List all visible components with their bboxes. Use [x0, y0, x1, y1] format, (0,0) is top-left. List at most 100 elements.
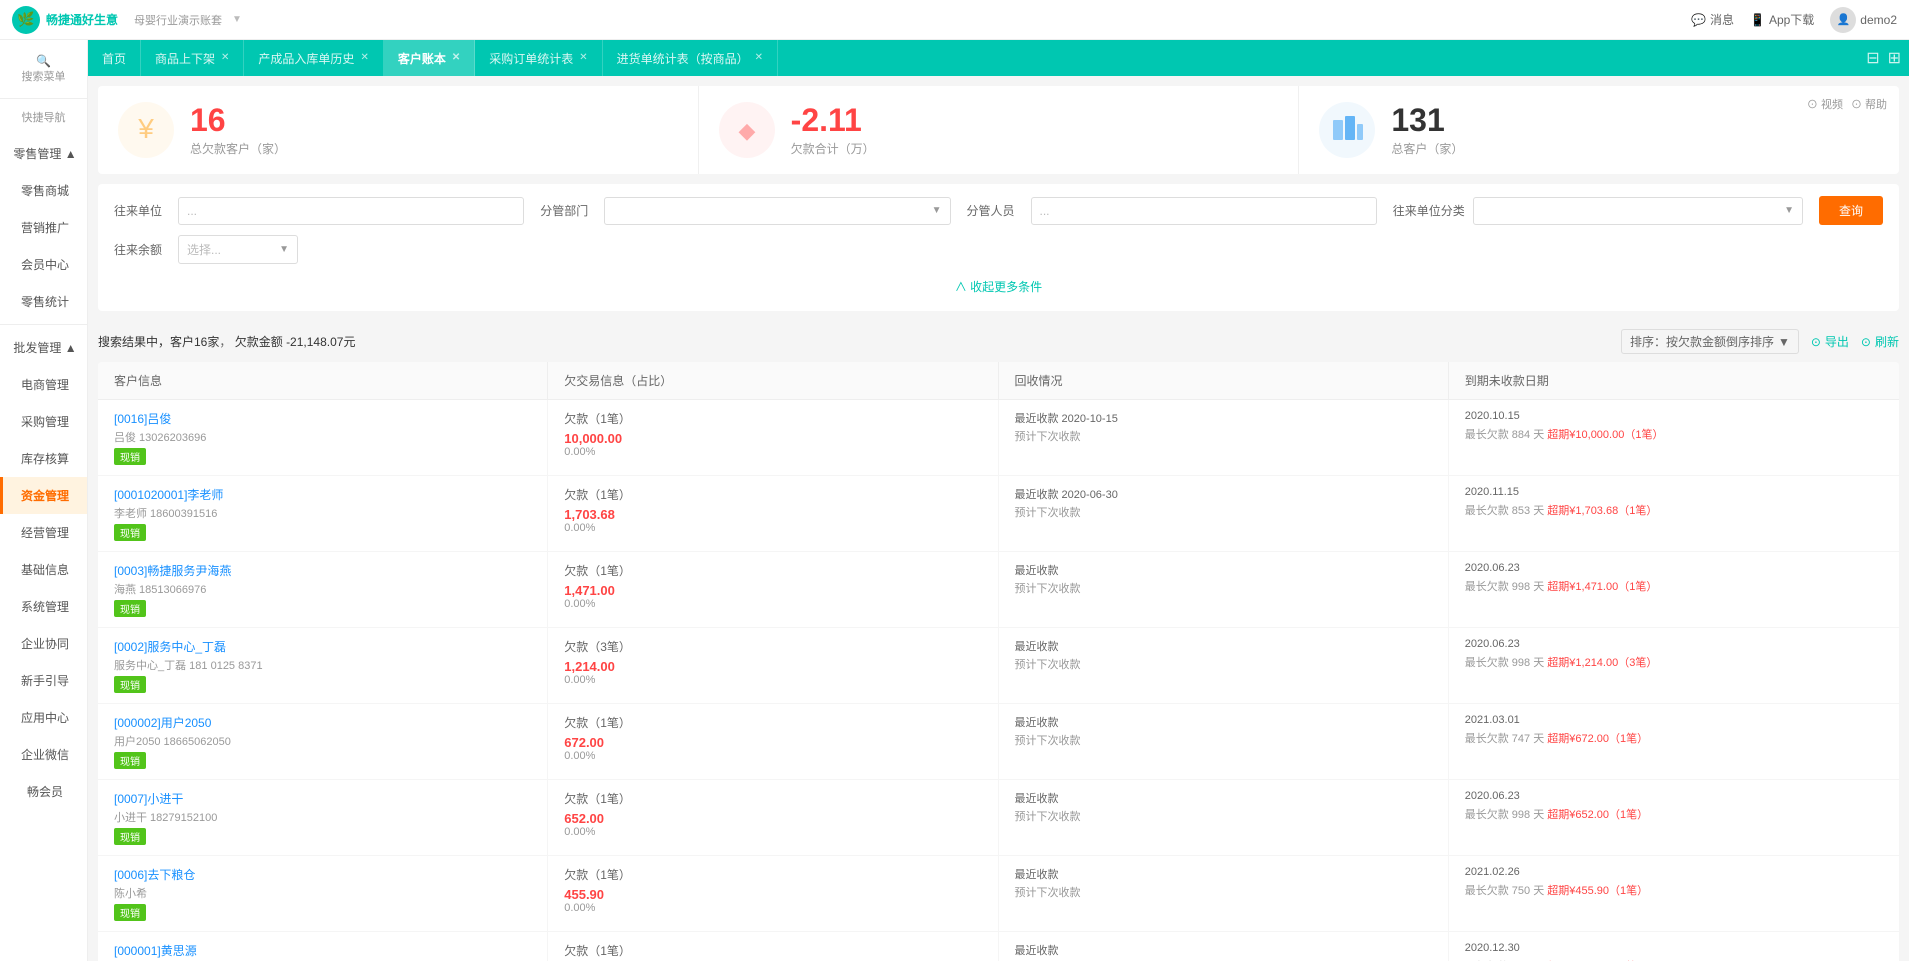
sidebar-item-enterprise-wx[interactable]: 企业微信 — [0, 736, 87, 773]
filter-remainder: 往来余额 选择... ▼ — [114, 235, 298, 264]
message-btn[interactable]: 💬 消息 — [1691, 11, 1734, 28]
data-table: 客户信息 欠交易信息（占比） 回收情况 到期未收款日期 [0016]吕俊 吕俊 … — [98, 362, 1899, 961]
sidebar-item-system[interactable]: 系统管理 — [0, 588, 87, 625]
sidebar-item-purchase[interactable]: 采购管理 — [0, 403, 87, 440]
avatar: 👤 — [1830, 7, 1856, 33]
customer-phone-2: 李老师 18600391516 — [114, 505, 531, 521]
app-download-btn[interactable]: 📱 App下载 — [1750, 11, 1814, 28]
customer-name-link-7[interactable]: [0006]去下粮仓 — [114, 866, 531, 883]
sidebar-item-finance[interactable]: 资金管理 — [0, 477, 87, 514]
stat-label-overdue: 总欠款客户（家） — [190, 140, 678, 157]
sort-select[interactable]: 排序：按欠款金额倒序排序 ▼ — [1621, 329, 1799, 354]
tab-home[interactable]: 首页 — [88, 40, 141, 76]
col-header-customer: 客户信息 — [98, 362, 548, 399]
sidebar-search[interactable]: 🔍 搜索菜单 — [0, 48, 87, 90]
remainder-select[interactable]: 选择... ▼ — [178, 235, 298, 264]
overdue-link-1[interactable]: 超期¥10,000.00（1笔） — [1547, 429, 1663, 441]
overdue-link-7[interactable]: 超期¥455.90（1笔） — [1547, 885, 1648, 897]
tab-close-stock-stats[interactable]: ✕ — [755, 53, 763, 63]
sidebar-item-batch-mgmt[interactable]: 批发管理 ▲ — [0, 329, 87, 366]
quick-nav: 快捷导航 — [0, 99, 87, 135]
sidebar-item-member-plan[interactable]: 畅会员 — [0, 773, 87, 810]
sidebar-item-ecommerce[interactable]: 电商管理 — [0, 366, 87, 403]
export-button[interactable]: ⊙ 导出 — [1811, 333, 1849, 350]
video-link[interactable]: ⊙ 视频 — [1807, 96, 1843, 112]
stat-card-total-debt: ◆ -2.11 欠款合计（万） — [699, 86, 1300, 174]
overdue-link-4[interactable]: 超期¥1,214.00（3笔） — [1547, 657, 1657, 669]
cell-collection-6: 最近收款 预计下次收款 — [999, 780, 1449, 855]
tab-expand-btn[interactable]: ⊞ — [1888, 48, 1901, 68]
help-link[interactable]: ⊙ 帮助 — [1851, 96, 1887, 112]
user-menu[interactable]: 👤 demo2 — [1830, 7, 1897, 33]
customer-name-link-4[interactable]: [0002]服务中心_丁磊 — [114, 638, 531, 655]
refresh-icon: ⊙ — [1861, 335, 1871, 349]
sidebar-item-app-center[interactable]: 应用中心 — [0, 699, 87, 736]
sidebar-item-warehouse[interactable]: 库存核算 — [0, 440, 87, 477]
table-row: [0007]小进干 小进干 18279152100 现销 欠款（1笔） 652.… — [98, 780, 1899, 856]
customer-name-link-3[interactable]: [0003]畅捷服务尹海燕 — [114, 562, 531, 579]
collapse-button[interactable]: ∧ 收起更多条件 — [114, 274, 1883, 299]
tab-product-off[interactable]: 商品上下架 ✕ — [141, 40, 244, 76]
tab-product-history[interactable]: 产成品入库单历史 ✕ — [244, 40, 383, 76]
customer-tag-6: 现销 — [114, 828, 146, 845]
stat-label-debt: 欠款合计（万） — [791, 140, 1279, 157]
customer-name-link-6[interactable]: [0007]小进干 — [114, 790, 531, 807]
cell-collection-1: 最近收款 2020-10-15 预计下次收款 — [999, 400, 1449, 475]
query-button[interactable]: 查询 — [1819, 196, 1883, 225]
sidebar-item-enterprise[interactable]: 企业协同 — [0, 625, 87, 662]
tab-collapse-btn[interactable]: ⊟ — [1866, 48, 1879, 68]
debt-percent-5: 0.00% — [564, 750, 981, 762]
overdue-link-3[interactable]: 超期¥1,471.00（1笔） — [1547, 581, 1657, 593]
cell-debt-2: 欠款（1笔） 1,703.68 0.00% — [548, 476, 998, 551]
tab-close-product-history[interactable]: ✕ — [360, 53, 368, 63]
sidebar-item-marketing[interactable]: 营销推广 — [0, 209, 87, 246]
sidebar-item-basic-info[interactable]: 基础信息 — [0, 551, 87, 588]
overdue-link-2[interactable]: 超期¥1,703.68（1笔） — [1547, 505, 1657, 517]
stat-icon-debt: ◆ — [719, 102, 775, 158]
from-unit-label: 往来单位 — [114, 202, 170, 219]
cell-due-date-7: 2021.02.26 最长欠款 750 天 超期¥455.90（1笔） — [1449, 856, 1899, 931]
sidebar-item-retail-mgmt[interactable]: 零售管理 ▲ — [0, 135, 87, 172]
dept-label: 分管部门 — [540, 202, 596, 219]
sidebar-item-member[interactable]: 会员中心 — [0, 246, 87, 283]
sidebar-item-retail-store[interactable]: 零售商城 — [0, 172, 87, 209]
filter-manager: 分管人员 ... — [967, 197, 1377, 225]
sidebar-item-retail-stats[interactable]: 零售统计 — [0, 283, 87, 320]
customer-name-link-5[interactable]: [000002]用户2050 — [114, 714, 531, 731]
next-payment-7: 预计下次收款 — [1015, 884, 1432, 900]
result-text: 搜索结果中，客户16家， 欠款金额 -21,148.07元 — [98, 333, 355, 350]
tab-stock-stats[interactable]: 进货单统计表（按商品） ✕ — [603, 40, 778, 76]
overdue-link-6[interactable]: 超期¥652.00（1笔） — [1547, 809, 1648, 821]
remainder-label: 往来余额 — [114, 241, 170, 258]
overdue-date-5: 2021.03.01 — [1465, 714, 1883, 726]
sidebar-item-operation[interactable]: 经营管理 — [0, 514, 87, 551]
from-unit-input[interactable]: ... — [178, 197, 524, 225]
guide-label: 新手引导 — [21, 674, 69, 688]
tab-customer-account[interactable]: 客户账本 ✕ — [384, 40, 475, 76]
overdue-days-4: 最长欠款 998 天 超期¥1,214.00（3笔） — [1465, 654, 1883, 670]
tab-close-customer-account[interactable]: ✕ — [452, 53, 460, 63]
customer-name-link-8[interactable]: [000001]黄思源 — [114, 942, 531, 959]
retail-stats-label: 零售统计 — [21, 295, 69, 309]
system-label: 系统管理 — [21, 600, 69, 614]
message-icon: 💬 — [1691, 13, 1706, 27]
table-row: [0006]去下粮仓 陈小希 现销 欠款（1笔） 455.90 0.00% 最近… — [98, 856, 1899, 932]
tab-purchase-order[interactable]: 采购订单统计表 ✕ — [475, 40, 602, 76]
dept-select[interactable]: ▼ — [604, 197, 950, 225]
tab-close-purchase-order[interactable]: ✕ — [579, 53, 587, 63]
tab-close-product-off[interactable]: ✕ — [221, 53, 229, 63]
sidebar-top: 🔍 搜索菜单 — [0, 40, 87, 99]
customer-name-link-1[interactable]: [0016]吕俊 — [114, 410, 531, 427]
next-payment-3: 预计下次收款 — [1015, 580, 1432, 596]
refresh-button[interactable]: ⊙ 刷新 — [1861, 333, 1899, 350]
page-content: ¥ 16 总欠款客户（家） ◆ — [88, 76, 1909, 961]
cell-due-date-1: 2020.10.15 最长欠款 884 天 超期¥10,000.00（1笔） — [1449, 400, 1899, 475]
manager-input[interactable]: ... — [1031, 197, 1377, 225]
sidebar-item-guide[interactable]: 新手引导 — [0, 662, 87, 699]
cell-customer-2: [0001020001]李老师 李老师 18600391516 现销 — [98, 476, 548, 551]
subtitle-dropdown[interactable]: ▼ — [232, 14, 242, 25]
overdue-link-5[interactable]: 超期¥672.00（1笔） — [1547, 733, 1648, 745]
customer-name-link-2[interactable]: [0001020001]李老师 — [114, 486, 531, 503]
customer-tag-5: 现销 — [114, 752, 146, 769]
unit-category-select[interactable]: ▼ — [1473, 197, 1803, 225]
